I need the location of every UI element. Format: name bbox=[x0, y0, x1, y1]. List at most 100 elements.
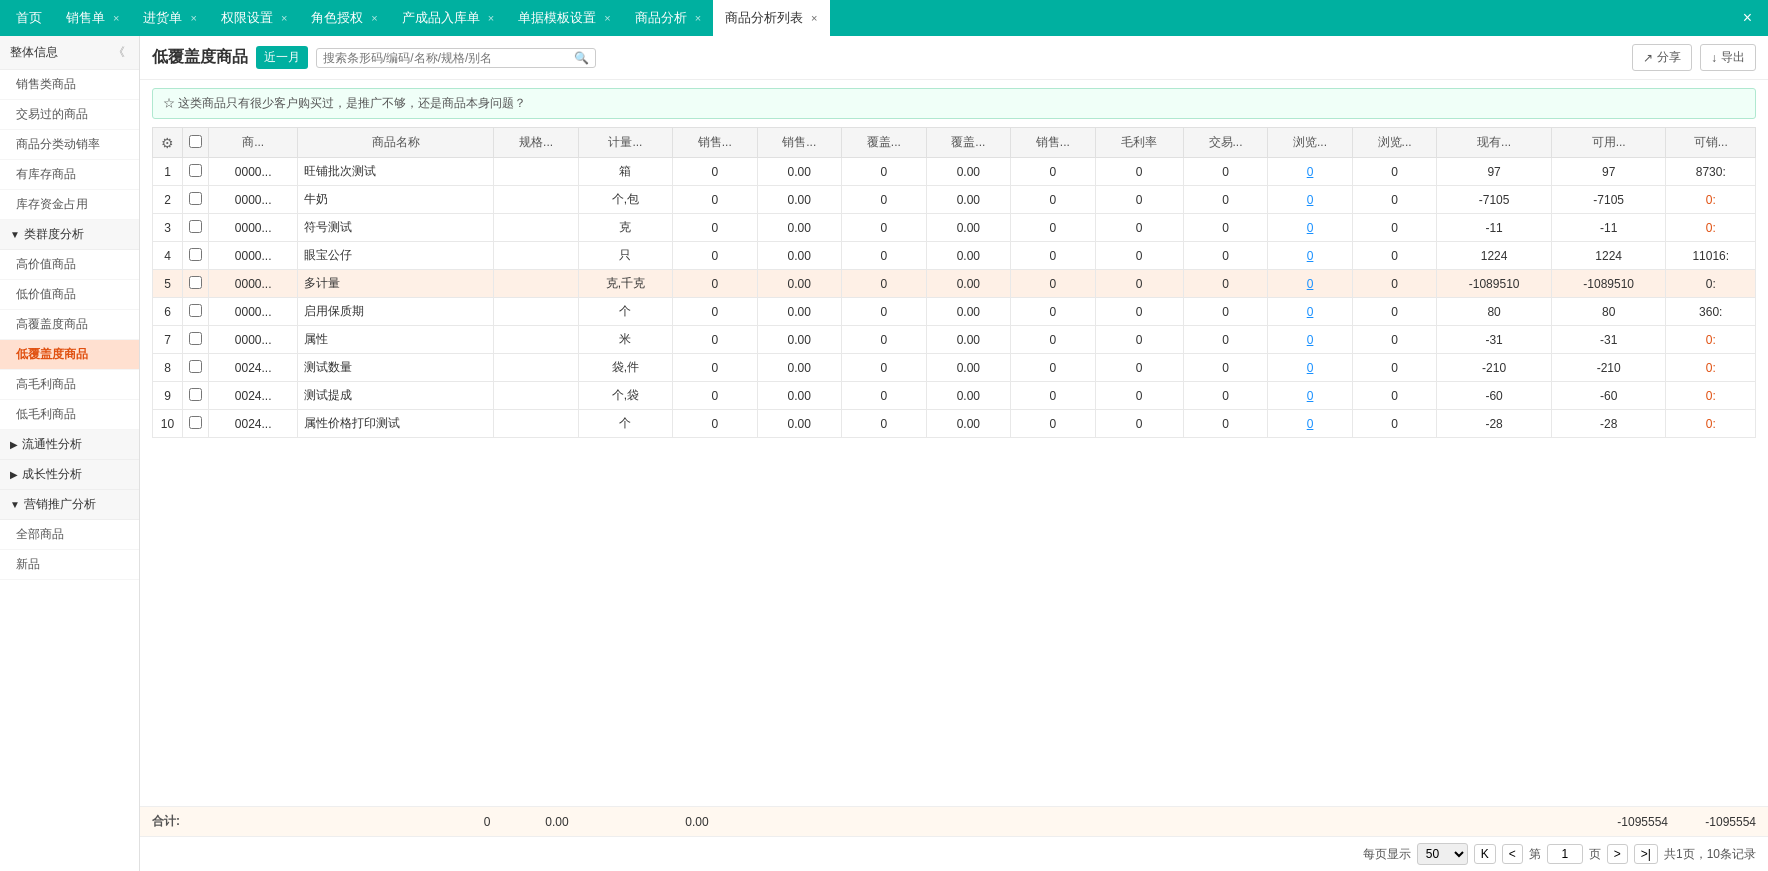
sidebar-item-with-stock[interactable]: 有库存商品 bbox=[0, 160, 139, 190]
td-checkbox[interactable] bbox=[183, 410, 209, 438]
browse-link[interactable]: 0 bbox=[1307, 221, 1314, 235]
close-icon[interactable]: × bbox=[695, 0, 701, 36]
close-icon[interactable]: × bbox=[604, 0, 610, 36]
td-checkbox[interactable] bbox=[183, 270, 209, 298]
browse-link[interactable]: 0 bbox=[1307, 193, 1314, 207]
browse-link[interactable]: 0 bbox=[1307, 249, 1314, 263]
next-page-button[interactable]: > bbox=[1607, 844, 1628, 864]
table-wrapper[interactable]: ⚙ 商... 商品名称 规格... 计量... 销售... 销售... 覆盖..… bbox=[140, 127, 1768, 806]
last-page-button[interactable]: >| bbox=[1634, 844, 1658, 864]
nav-item-analysis[interactable]: 商品分析 × bbox=[623, 0, 713, 36]
th-browse2[interactable]: 浏览... bbox=[1352, 128, 1437, 158]
td-checkbox[interactable] bbox=[183, 298, 209, 326]
row-checkbox[interactable] bbox=[189, 360, 202, 373]
th-checkbox[interactable] bbox=[183, 128, 209, 158]
browse-link[interactable]: 0 bbox=[1307, 277, 1314, 291]
search-input[interactable] bbox=[323, 51, 574, 65]
row-checkbox[interactable] bbox=[189, 276, 202, 289]
nav-item-sales[interactable]: 销售单 × bbox=[54, 0, 131, 36]
td-browse1[interactable]: 0 bbox=[1268, 242, 1353, 270]
td-checkbox[interactable] bbox=[183, 242, 209, 270]
td-checkbox[interactable] bbox=[183, 214, 209, 242]
browse-link[interactable]: 0 bbox=[1307, 333, 1314, 347]
td-browse1[interactable]: 0 bbox=[1268, 158, 1353, 186]
th-name[interactable]: 商品名称 bbox=[298, 128, 494, 158]
td-browse1[interactable]: 0 bbox=[1268, 326, 1353, 354]
prev-page-button[interactable]: < bbox=[1502, 844, 1523, 864]
sidebar-item-stock-capital[interactable]: 库存资金占用 bbox=[0, 190, 139, 220]
row-checkbox[interactable] bbox=[189, 388, 202, 401]
th-sales-qty[interactable]: 销售... bbox=[672, 128, 757, 158]
browse-link[interactable]: 0 bbox=[1307, 361, 1314, 375]
per-page-select[interactable]: 50 20 100 bbox=[1417, 843, 1468, 865]
nav-item-analysis-list[interactable]: 商品分析列表 × bbox=[713, 0, 829, 36]
th-spec[interactable]: 规格... bbox=[494, 128, 579, 158]
browse-link[interactable]: 0 bbox=[1307, 305, 1314, 319]
td-browse1[interactable]: 0 bbox=[1268, 410, 1353, 438]
sidebar-item-low-margin[interactable]: 低毛利商品 bbox=[0, 400, 139, 430]
sidebar-item-high-margin[interactable]: 高毛利商品 bbox=[0, 370, 139, 400]
th-gross-rate[interactable]: 毛利率 bbox=[1095, 128, 1183, 158]
sidebar-item-sales-goods[interactable]: 销售类商品 bbox=[0, 70, 139, 100]
nav-item-finished-goods[interactable]: 产成品入库单 × bbox=[390, 0, 506, 36]
sidebar-item-high-coverage[interactable]: 高覆盖度商品 bbox=[0, 310, 139, 340]
th-sales-amt[interactable]: 销售... bbox=[757, 128, 842, 158]
sidebar-section-circulation[interactable]: ▶ 流通性分析 bbox=[0, 430, 139, 460]
browse-link[interactable]: 0 bbox=[1307, 165, 1314, 179]
td-checkbox[interactable] bbox=[183, 354, 209, 382]
sidebar-section-group-analysis[interactable]: ▼ 类群度分析 bbox=[0, 220, 139, 250]
close-icon[interactable]: × bbox=[113, 0, 119, 36]
nav-item-template[interactable]: 单据模板设置 × bbox=[506, 0, 622, 36]
row-checkbox[interactable] bbox=[189, 304, 202, 317]
td-browse1[interactable]: 0 bbox=[1268, 298, 1353, 326]
close-icon[interactable]: × bbox=[190, 0, 196, 36]
row-checkbox[interactable] bbox=[189, 416, 202, 429]
close-icon[interactable]: × bbox=[811, 0, 817, 36]
row-checkbox[interactable] bbox=[189, 248, 202, 261]
td-browse1[interactable]: 0 bbox=[1268, 270, 1353, 298]
row-checkbox[interactable] bbox=[189, 192, 202, 205]
sidebar-section-growth[interactable]: ▶ 成长性分析 bbox=[0, 460, 139, 490]
td-checkbox[interactable] bbox=[183, 382, 209, 410]
page-number-input[interactable] bbox=[1547, 844, 1583, 864]
sidebar-item-low-value[interactable]: 低价值商品 bbox=[0, 280, 139, 310]
td-browse1[interactable]: 0 bbox=[1268, 214, 1353, 242]
nav-item-home[interactable]: 首页 bbox=[4, 0, 54, 36]
th-code[interactable]: 商... bbox=[209, 128, 298, 158]
sidebar-item-category-activity[interactable]: 商品分类动销率 bbox=[0, 130, 139, 160]
browse-link[interactable]: 0 bbox=[1307, 417, 1314, 431]
th-sellable[interactable]: 可销... bbox=[1666, 128, 1756, 158]
browse-link[interactable]: 0 bbox=[1307, 389, 1314, 403]
th-unit[interactable]: 计量... bbox=[578, 128, 672, 158]
sidebar-item-high-value[interactable]: 高价值商品 bbox=[0, 250, 139, 280]
close-icon[interactable]: × bbox=[488, 0, 494, 36]
search-box[interactable]: 🔍 bbox=[316, 48, 596, 68]
nav-item-roles[interactable]: 角色授权 × bbox=[299, 0, 389, 36]
td-checkbox[interactable] bbox=[183, 186, 209, 214]
th-coverage2[interactable]: 覆盖... bbox=[926, 128, 1011, 158]
td-checkbox[interactable] bbox=[183, 326, 209, 354]
row-checkbox[interactable] bbox=[189, 164, 202, 177]
th-settings[interactable]: ⚙ bbox=[153, 128, 183, 158]
sidebar-item-new-goods[interactable]: 新品 bbox=[0, 550, 139, 580]
td-browse1[interactable]: 0 bbox=[1268, 354, 1353, 382]
period-button[interactable]: 近一月 bbox=[256, 46, 308, 69]
settings-icon[interactable]: ⚙ bbox=[161, 135, 174, 151]
close-icon[interactable]: × bbox=[281, 0, 287, 36]
sidebar-item-low-coverage[interactable]: 低覆盖度商品 bbox=[0, 340, 139, 370]
close-icon[interactable]: × bbox=[371, 0, 377, 36]
td-browse1[interactable]: 0 bbox=[1268, 382, 1353, 410]
sidebar-item-traded-goods[interactable]: 交易过的商品 bbox=[0, 100, 139, 130]
th-available[interactable]: 可用... bbox=[1551, 128, 1666, 158]
sidebar-collapse-button[interactable]: 《 bbox=[109, 44, 129, 61]
th-coverage1[interactable]: 覆盖... bbox=[842, 128, 927, 158]
td-browse1[interactable]: 0 bbox=[1268, 186, 1353, 214]
share-button[interactable]: ↗ 分享 bbox=[1632, 44, 1692, 71]
nav-item-purchase[interactable]: 进货单 × bbox=[131, 0, 208, 36]
nav-item-permissions[interactable]: 权限设置 × bbox=[209, 0, 299, 36]
th-trade[interactable]: 交易... bbox=[1183, 128, 1268, 158]
export-button[interactable]: ↓ 导出 bbox=[1700, 44, 1756, 71]
th-sales2[interactable]: 销售... bbox=[1011, 128, 1096, 158]
th-browse1[interactable]: 浏览... bbox=[1268, 128, 1353, 158]
sidebar-item-all-goods[interactable]: 全部商品 bbox=[0, 520, 139, 550]
